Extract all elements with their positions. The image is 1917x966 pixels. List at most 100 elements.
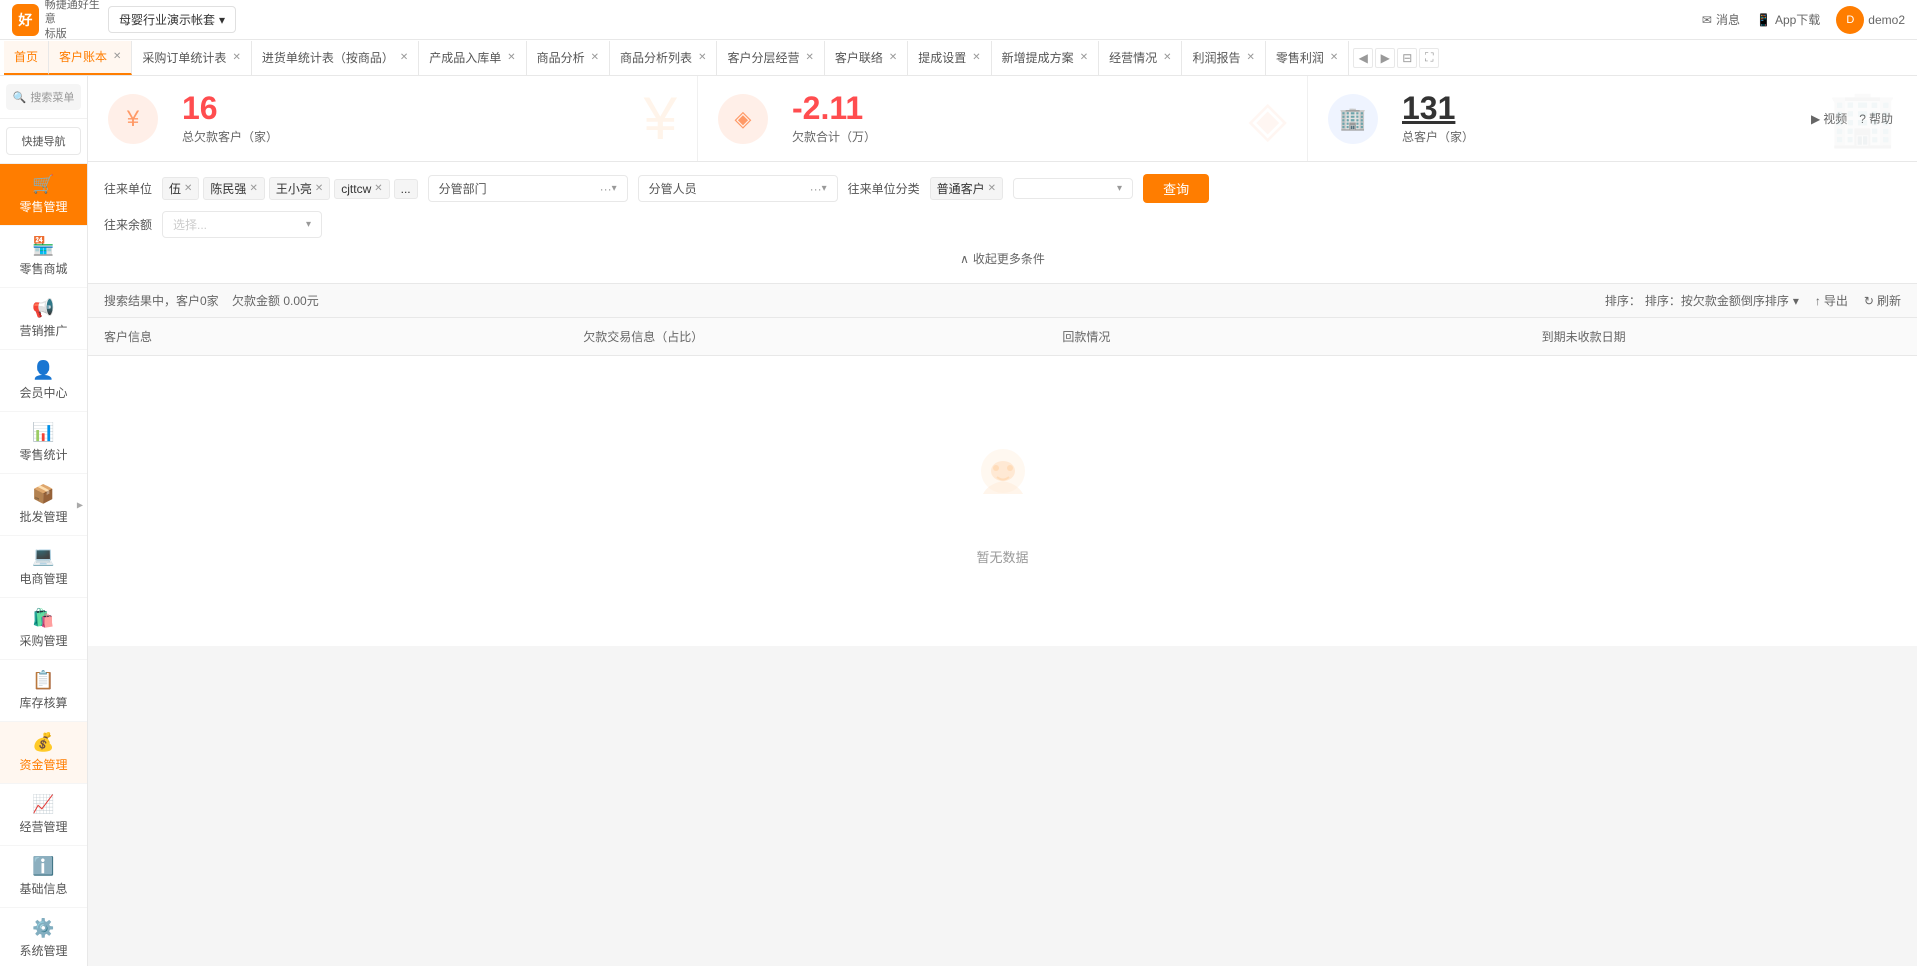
tab-customer-contact[interactable]: 客户联络 ✕: [825, 41, 908, 75]
sort-selector[interactable]: 排序： 排序：按欠款金额倒序排序 ▾: [1605, 292, 1799, 309]
close-tab-customer-segment[interactable]: ✕: [805, 52, 813, 63]
sidebar-item-retail-mgmt[interactable]: 🛒 零售管理: [0, 164, 87, 226]
debt-amount-number: -2.11: [792, 92, 876, 124]
close-tab-customer-contact[interactable]: ✕: [889, 52, 897, 63]
download-icon: 📱: [1756, 13, 1771, 27]
nav-tabs: 首页 客户账本 ✕ 采购订单统计表 ✕ 进货单统计表（按商品） ✕ 产成品入库单…: [0, 40, 1917, 76]
app-download-button[interactable]: 📱 App下载: [1756, 11, 1820, 28]
remove-tag-wang[interactable]: ✕: [315, 183, 323, 194]
stat-debt-amount: ◈ -2.11 欠款合计（万） ◈: [698, 76, 1308, 161]
nav-arrows: ◀ ▶ ⊟ ⛶: [1353, 48, 1439, 68]
fast-nav-button[interactable]: 快捷导航: [6, 127, 81, 155]
close-tab-retail-profit[interactable]: ✕: [1330, 52, 1338, 63]
stat-icon-amount: ◈: [718, 94, 768, 144]
debt-customers-label: 总欠款客户（家）: [182, 128, 278, 145]
nav-prev-button[interactable]: ◀: [1353, 48, 1373, 68]
balance-select[interactable]: 选择... ▾: [162, 211, 322, 238]
unit-tag-wu: 伍 ✕: [162, 177, 199, 200]
close-tab-goods-analysis[interactable]: ✕: [591, 52, 599, 63]
unit-tag-chen: 陈民强 ✕: [203, 177, 264, 200]
dept-select[interactable]: 分管部门 ··· ▾: [428, 175, 628, 202]
tab-purchase-order[interactable]: 采购订单统计表 ✕: [132, 41, 251, 75]
logo-text: 畅捷通好生意 标版: [45, 0, 100, 41]
sidebar-item-basic-info[interactable]: ℹ️ 基础信息: [0, 846, 87, 908]
tab-home[interactable]: 首页: [4, 41, 49, 75]
tab-business-status[interactable]: 经营情况 ✕: [1099, 41, 1182, 75]
header-right: ✉ 消息 📱 App下载 D demo2: [1702, 6, 1905, 34]
sidebar-search-area: 🔍 搜索菜单: [0, 76, 87, 119]
close-tab-goods-analysis-list[interactable]: ✕: [698, 52, 706, 63]
results-bar: 搜索结果中，客户0家 欠款金额 0.00元 排序： 排序：按欠款金额倒序排序 ▾…: [88, 284, 1917, 318]
tab-goods-analysis-list[interactable]: 商品分析列表 ✕: [610, 41, 717, 75]
close-tab-product-inbound[interactable]: ✕: [507, 52, 515, 63]
close-tab-profit-report[interactable]: ✕: [1247, 52, 1255, 63]
purchase-icon: 🛍️: [32, 608, 54, 629]
collapse-button[interactable]: ∧ 收起更多条件: [948, 246, 1057, 271]
unit-filter-label: 往来单位: [104, 180, 152, 197]
remove-tag-normal[interactable]: ✕: [988, 183, 996, 194]
ecommerce-icon: 💻: [32, 546, 54, 567]
query-button[interactable]: 查询: [1143, 174, 1209, 203]
member-icon: 👤: [32, 360, 54, 381]
close-tab-purchase-order[interactable]: ✕: [232, 52, 240, 63]
tab-product-inbound[interactable]: 产成品入库单 ✕: [419, 41, 526, 75]
tab-customer-cost[interactable]: 客户账本 ✕: [49, 41, 132, 75]
tab-profit-report[interactable]: 利润报告 ✕: [1182, 41, 1265, 75]
nav-next-button[interactable]: ▶: [1375, 48, 1395, 68]
sidebar-item-member-center[interactable]: 👤 会员中心: [0, 350, 87, 412]
dept-more-icon: ···: [600, 182, 612, 196]
unit-filter-tags: 伍 ✕ 陈民强 ✕ 王小亮 ✕ cjttcw ✕: [162, 177, 418, 200]
balance-filter-label: 往来余额: [104, 216, 152, 233]
nav-expand-button[interactable]: ⊟: [1397, 48, 1417, 68]
sidebar-item-inventory-check[interactable]: 📋 库存核算: [0, 660, 87, 722]
remove-tag-cjttcw[interactable]: ✕: [374, 183, 382, 194]
category-select-expand[interactable]: ▾: [1013, 178, 1133, 199]
sidebar-item-finance-mgmt[interactable]: 💰 资金管理: [0, 722, 87, 784]
tab-inbound-stats[interactable]: 进货单统计表（按商品） ✕: [252, 41, 419, 75]
remove-tag-wu[interactable]: ✕: [184, 183, 192, 194]
sidebar-item-ecommerce-mgmt[interactable]: 💻 电商管理: [0, 536, 87, 598]
retail-icon: 🛒: [32, 174, 54, 195]
stat-total-customers: 🏢 131 总客户（家） 🏢 ▶ 视频 ? 帮助: [1308, 76, 1917, 161]
tab-raise-settings[interactable]: 提成设置 ✕: [908, 41, 991, 75]
tab-new-raise-plan[interactable]: 新增提成方案 ✕: [992, 41, 1099, 75]
close-tab-raise-settings[interactable]: ✕: [972, 52, 980, 63]
nav-fullscreen-button[interactable]: ⛶: [1419, 48, 1439, 68]
tab-goods-analysis[interactable]: 商品分析 ✕: [527, 41, 610, 75]
content-area: ¥ 16 总欠款客户（家） ¥ ◈ -2.11 欠款合计（万） ◈: [88, 76, 1917, 966]
close-tab-customer-cost[interactable]: ✕: [113, 51, 121, 62]
close-tab-inbound-stats[interactable]: ✕: [400, 52, 408, 63]
close-tab-business-status[interactable]: ✕: [1163, 52, 1171, 63]
sidebar-item-retail-stats[interactable]: 📊 零售统计: [0, 412, 87, 474]
export-button[interactable]: ↑ 导出: [1815, 292, 1848, 309]
stat-bg-icon-2: ◈: [1249, 90, 1287, 148]
refresh-button[interactable]: ↻ 刷新: [1864, 292, 1901, 309]
user-avatar-button[interactable]: D demo2: [1836, 6, 1905, 34]
unit-tag-more[interactable]: ...: [394, 179, 418, 199]
message-icon: ✉: [1702, 13, 1712, 27]
message-button[interactable]: ✉ 消息: [1702, 11, 1740, 28]
top-header: 好 畅捷通好生意 标版 母婴行业演示帐套 ▾ ✉ 消息 📱 App下载 D de…: [0, 0, 1917, 40]
workspace-selector[interactable]: 母婴行业演示帐套 ▾: [108, 6, 236, 33]
main-layout: 🔍 搜索菜单 快捷导航 🛒 零售管理 🏪 零售商城 📢 营销推广 👤 会员中心 …: [0, 76, 1917, 966]
sidebar-item-system-mgmt[interactable]: ⚙️ 系统管理: [0, 908, 87, 966]
table-header: 客户信息 欠款交易信息（占比） 回款情况 到期未收款日期: [88, 318, 1917, 356]
avatar: D: [1836, 6, 1864, 34]
tab-retail-profit[interactable]: 零售利润 ✕: [1266, 41, 1349, 75]
person-select[interactable]: 分管人员 ··· ▾: [638, 175, 838, 202]
sidebar-item-purchase-mgmt[interactable]: 🛍️ 采购管理: [0, 598, 87, 660]
sidebar-item-marketing[interactable]: 📢 营销推广: [0, 288, 87, 350]
filter-row-2: 往来余额 选择... ▾: [104, 211, 1901, 238]
finance-icon: 💰: [32, 732, 54, 753]
empty-text: 暂无数据: [976, 547, 1028, 566]
search-menu-button[interactable]: 🔍 搜索菜单: [6, 84, 81, 110]
tab-customer-segment[interactable]: 客户分层经营 ✕: [717, 41, 824, 75]
close-tab-new-raise-plan[interactable]: ✕: [1080, 52, 1088, 63]
sort-chevron-icon: ▾: [1793, 294, 1799, 308]
sidebar-item-wholesale-mgmt[interactable]: 📦 批发管理: [0, 474, 87, 536]
logo-area: 好 畅捷通好生意 标版: [12, 0, 100, 41]
table-area: 客户信息 欠款交易信息（占比） 回款情况 到期未收款日期: [88, 318, 1917, 646]
remove-tag-chen[interactable]: ✕: [249, 183, 257, 194]
sidebar-item-operations-mgmt[interactable]: 📈 经营管理: [0, 784, 87, 846]
sidebar-item-retail-shop[interactable]: 🏪 零售商城: [0, 226, 87, 288]
